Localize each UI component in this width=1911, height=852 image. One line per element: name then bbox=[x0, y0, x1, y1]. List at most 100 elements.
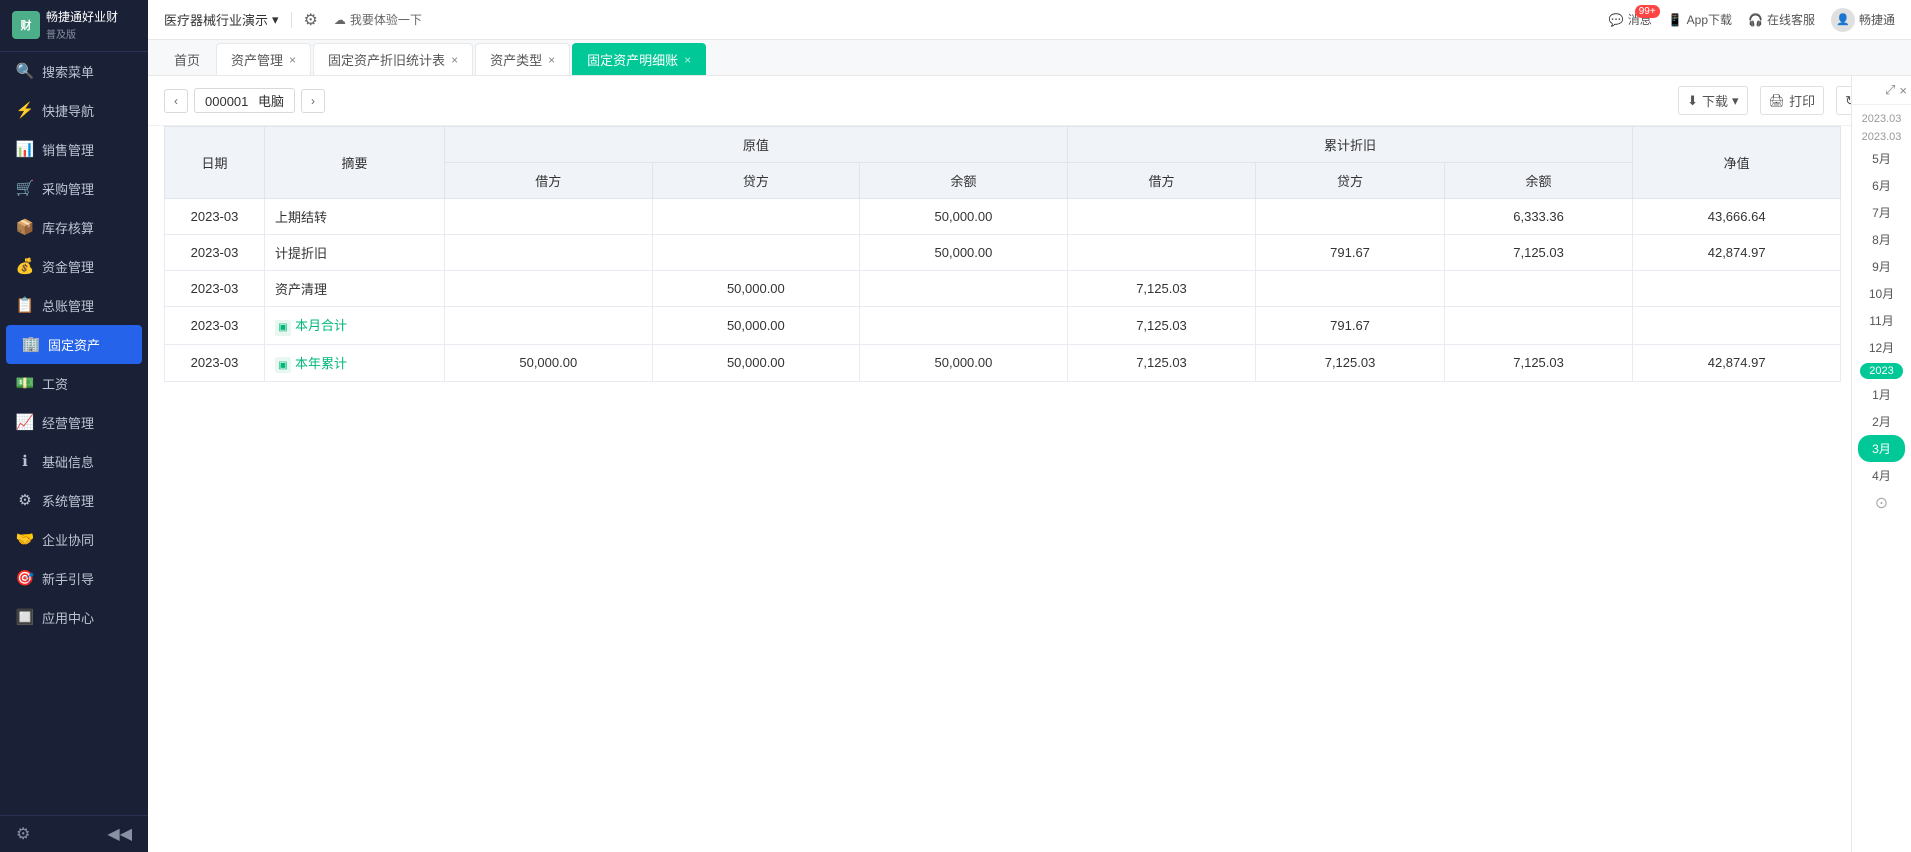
tab-bar: 首页资产管理×固定资产折旧统计表×资产类型×固定资产明细账× bbox=[148, 40, 1911, 76]
system-icon: ⚙ bbox=[16, 491, 34, 509]
detail-header: ‹ 000001 电脑 › ⬇ 下载 ▾ 🖨 打印 ↻ bbox=[148, 76, 1911, 126]
user-name: 畅捷通 bbox=[1859, 11, 1895, 28]
sidebar-item-sales[interactable]: 📊销售管理 bbox=[0, 130, 148, 169]
cell-accum-balance bbox=[1444, 307, 1633, 345]
company-selector[interactable]: 医疗器械行业演示 ▾ bbox=[164, 10, 279, 29]
timeline-month-5月[interactable]: 5月 bbox=[1852, 145, 1911, 172]
tab-asset-type[interactable]: 资产类型× bbox=[475, 43, 570, 75]
sidebar-label-operations: 经营管理 bbox=[42, 413, 94, 432]
cell-net-value bbox=[1633, 271, 1841, 307]
customer-service-label: 在线客服 bbox=[1767, 11, 1815, 28]
tab-close-asset-detail[interactable]: × bbox=[684, 53, 691, 67]
cell-summary: 上期结转 bbox=[265, 199, 445, 235]
timeline-year-top: 2023.03 bbox=[1852, 109, 1911, 127]
col-orig-credit: 贷方 bbox=[652, 163, 860, 199]
tab-asset-mgmt[interactable]: 资产管理× bbox=[216, 43, 311, 75]
timeline-month-6月[interactable]: 6月 bbox=[1852, 172, 1911, 199]
logo-name: 畅捷通好业财 bbox=[46, 10, 118, 26]
timeline-month-2月[interactable]: 2月 bbox=[1852, 408, 1911, 435]
timeline-month-12月[interactable]: 12月 bbox=[1852, 334, 1911, 361]
timeline-month-7月[interactable]: 7月 bbox=[1852, 199, 1911, 226]
topbar-settings-icon[interactable]: ⚙ bbox=[304, 10, 318, 30]
logo-text-block: 畅捷通好业财 普及版 bbox=[46, 10, 118, 41]
cell-orig-balance: 50,000.00 bbox=[860, 199, 1068, 235]
timeline-month-10月[interactable]: 10月 bbox=[1852, 280, 1911, 307]
app-download-label: App下载 bbox=[1687, 11, 1732, 28]
timeline-month-11月[interactable]: 11月 bbox=[1852, 307, 1911, 334]
expand-icon[interactable]: ⤢ bbox=[1885, 82, 1895, 98]
sidebar-item-search[interactable]: 🔍搜索菜单 bbox=[0, 52, 148, 91]
collapse-icon[interactable]: ◀◀ bbox=[107, 824, 132, 844]
table-row: 2023-03 资产清理 50,000.00 7,125.03 bbox=[165, 271, 1841, 307]
timeline-month-1月[interactable]: 1月 bbox=[1852, 381, 1911, 408]
timeline-header: ⤢ × bbox=[1852, 76, 1911, 105]
sidebar-item-quick-nav[interactable]: ⚡快捷导航 bbox=[0, 91, 148, 130]
cell-date: 2023-03 bbox=[165, 271, 265, 307]
customer-service-btn[interactable]: 🎧 在线客服 bbox=[1748, 11, 1815, 28]
experience-btn[interactable]: ☁ 我要体验一下 bbox=[334, 11, 422, 28]
cloud-icon: ☁ bbox=[334, 13, 346, 27]
sidebar-item-enterprise[interactable]: 🤝企业协同 bbox=[0, 520, 148, 559]
timeline-month-9月[interactable]: 9月 bbox=[1852, 253, 1911, 280]
next-asset-btn[interactable]: › bbox=[301, 89, 325, 113]
sidebar-item-salary[interactable]: 💵工资 bbox=[0, 364, 148, 403]
close-icon[interactable]: × bbox=[1899, 83, 1907, 98]
asset-id-badge: 000001 电脑 bbox=[194, 88, 295, 113]
cell-net-value: 43,666.64 bbox=[1633, 199, 1841, 235]
tab-depreciation-stats[interactable]: 固定资产折旧统计表 × bbox=[313, 43, 473, 75]
cell-accum-balance: 7,125.03 bbox=[1444, 235, 1633, 271]
sidebar-label-sales: 销售管理 bbox=[42, 140, 94, 159]
sidebar-nav: 🔍搜索菜单⚡快捷导航📊销售管理🛒采购管理📦库存核算💰资金管理📋总账管理🏢固定资产… bbox=[0, 52, 148, 815]
user-btn[interactable]: 👤 畅捷通 bbox=[1831, 8, 1895, 32]
print-btn[interactable]: 🖨 打印 bbox=[1760, 86, 1825, 115]
prev-asset-btn[interactable]: ‹ bbox=[164, 89, 188, 113]
sidebar-item-inventory[interactable]: 📦库存核算 bbox=[0, 208, 148, 247]
timeline-year-top2: 2023.03 bbox=[1852, 127, 1911, 145]
tab-asset-detail[interactable]: 固定资产明细账 × bbox=[572, 43, 706, 75]
messages-btn[interactable]: 💬 消息 99+ bbox=[1609, 11, 1652, 28]
timeline-year-badge: 2023 bbox=[1860, 363, 1903, 379]
settings-icon[interactable]: ⚙ bbox=[16, 824, 30, 844]
cell-orig-debit bbox=[445, 307, 653, 345]
cell-orig-credit: 50,000.00 bbox=[652, 271, 860, 307]
asset-name: 电脑 bbox=[258, 94, 284, 109]
cell-orig-credit: 50,000.00 bbox=[652, 344, 860, 382]
cell-net-value: 42,874.97 bbox=[1633, 344, 1841, 382]
app-icon: 📱 bbox=[1668, 13, 1683, 27]
cell-accum-credit: 791.67 bbox=[1256, 307, 1445, 345]
sidebar-item-ledger[interactable]: 📋总账管理 bbox=[0, 286, 148, 325]
sidebar-item-purchase[interactable]: 🛒采购管理 bbox=[0, 169, 148, 208]
timeline-scroll-btn[interactable]: ⊙ bbox=[1852, 489, 1911, 517]
cell-summary: ▣本月合计 bbox=[265, 307, 445, 345]
sidebar-item-basic-info[interactable]: ℹ基础信息 bbox=[0, 442, 148, 481]
cell-orig-credit bbox=[652, 235, 860, 271]
sidebar-label-inventory: 库存核算 bbox=[42, 218, 94, 237]
cell-orig-credit: 50,000.00 bbox=[652, 307, 860, 345]
download-btn[interactable]: ⬇ 下载 ▾ bbox=[1678, 86, 1747, 115]
sidebar-item-funds[interactable]: 💰资金管理 bbox=[0, 247, 148, 286]
app-download-btn[interactable]: 📱 App下载 bbox=[1668, 11, 1732, 28]
timeline-month-8月[interactable]: 8月 bbox=[1852, 226, 1911, 253]
tab-close-asset-type[interactable]: × bbox=[548, 53, 555, 67]
tab-label-asset-detail: 固定资产明细账 bbox=[587, 50, 678, 69]
cell-summary: 资产清理 bbox=[265, 271, 445, 307]
sidebar-label-search: 搜索菜单 bbox=[42, 62, 94, 81]
timeline-month-4月[interactable]: 4月 bbox=[1852, 462, 1911, 489]
tab-label-depreciation-stats: 固定资产折旧统计表 bbox=[328, 50, 445, 69]
funds-icon: 💰 bbox=[16, 257, 34, 275]
logo-sub: 普及版 bbox=[46, 26, 118, 41]
sidebar-item-operations[interactable]: 📈经营管理 bbox=[0, 403, 148, 442]
sidebar-item-app-center[interactable]: 🔲应用中心 bbox=[0, 598, 148, 637]
sidebar-item-fixed-assets[interactable]: 🏢固定资产 bbox=[6, 325, 142, 364]
cell-orig-balance bbox=[860, 271, 1068, 307]
cell-date: 2023-03 bbox=[165, 344, 265, 382]
sidebar-item-system[interactable]: ⚙系统管理 bbox=[0, 481, 148, 520]
tab-close-depreciation-stats[interactable]: × bbox=[451, 53, 458, 67]
tab-home[interactable]: 首页 bbox=[160, 43, 214, 75]
col-accum-dep: 累计折旧 bbox=[1067, 127, 1633, 163]
tab-close-asset-mgmt[interactable]: × bbox=[289, 53, 296, 67]
cell-accum-balance bbox=[1444, 271, 1633, 307]
sidebar-item-guide[interactable]: 🎯新手引导 bbox=[0, 559, 148, 598]
cell-net-value: 42,874.97 bbox=[1633, 235, 1841, 271]
timeline-month-3月[interactable]: 3月 bbox=[1858, 435, 1905, 462]
